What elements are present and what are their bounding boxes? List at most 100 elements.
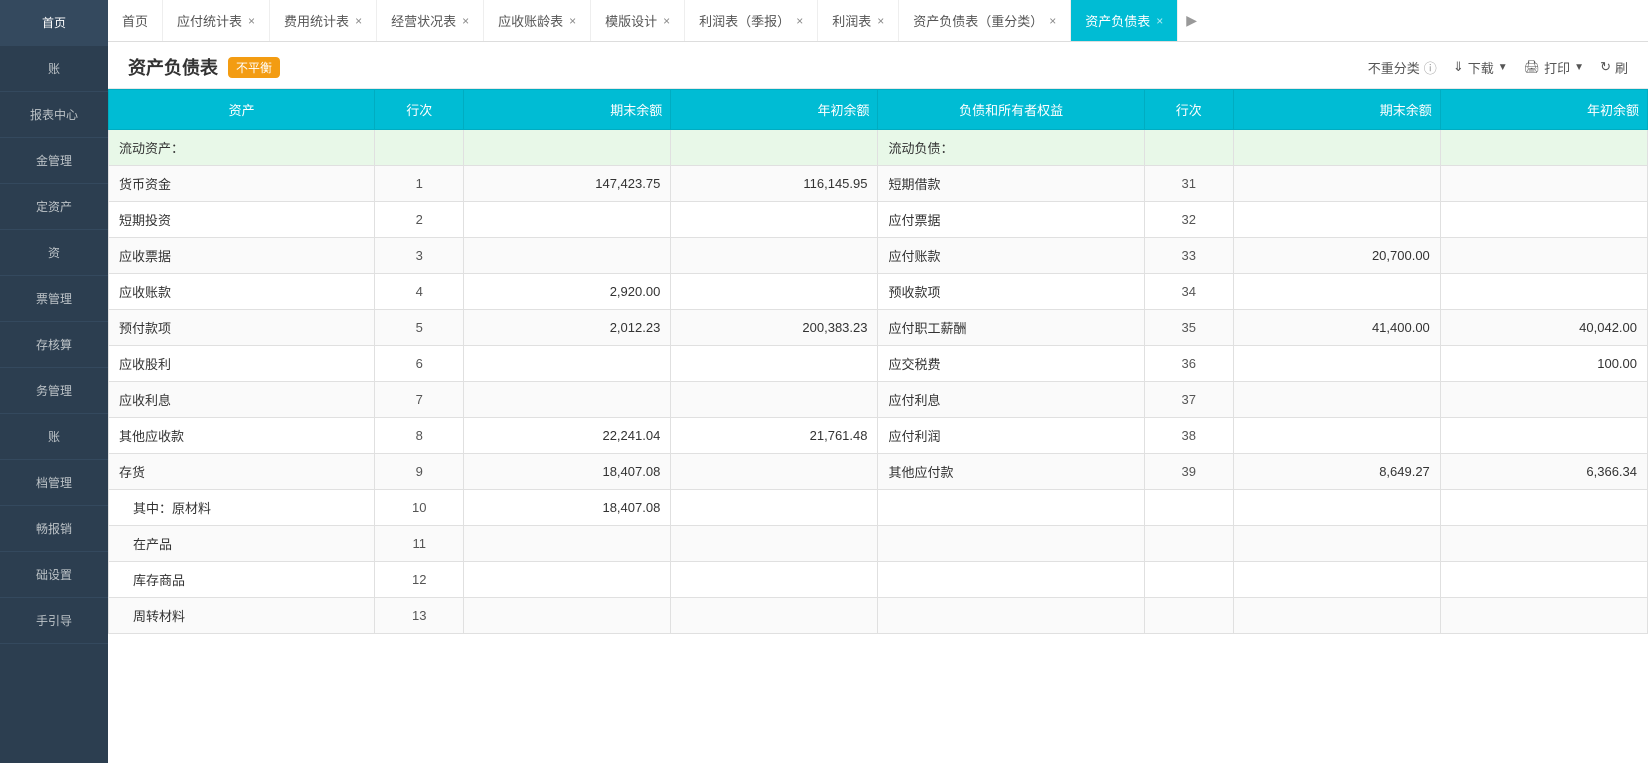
close-icon[interactable]: × <box>462 14 469 28</box>
start-balance-cell <box>671 238 878 274</box>
sidebar-item-guide[interactable]: 手引导 <box>0 598 108 644</box>
unbalanced-badge: 不平衡 <box>228 57 280 78</box>
page-title: 资产负债表 <box>128 54 218 80</box>
tab-template-design[interactable]: 模版设计 × <box>591 0 685 42</box>
table-row: 其中：原材料 10 18,407.08 <box>109 490 1648 526</box>
start-balance-cell <box>671 130 878 166</box>
sidebar-item-account[interactable]: 账 <box>0 46 108 92</box>
sidebar-item-base-settings[interactable]: 础设置 <box>0 552 108 598</box>
start-balance-cell <box>671 598 878 634</box>
tab-business-status[interactable]: 经营状况表 × <box>377 0 484 42</box>
tab-scroll-right-icon[interactable]: ▶ <box>1178 12 1205 29</box>
end-balance2-cell: 41,400.00 <box>1233 310 1440 346</box>
sidebar: 首页 账 报表中心 金管理 定资产 资 票管理 存核算 务管理 账 档管理 畅报… <box>0 0 108 763</box>
close-icon[interactable]: × <box>569 14 576 28</box>
tab-label: 费用统计表 <box>284 11 349 30</box>
liability-cell: 应付账款 <box>878 238 1144 274</box>
close-icon[interactable]: × <box>248 14 255 28</box>
close-icon[interactable]: × <box>796 14 803 28</box>
start-balance2-cell <box>1440 166 1647 202</box>
end-balance-cell <box>464 562 671 598</box>
end-balance-cell: 147,423.75 <box>464 166 671 202</box>
end-balance-cell <box>464 526 671 562</box>
row-num-cell: 8 <box>375 418 464 454</box>
tab-balance-sheet[interactable]: 资产负债表 × <box>1071 0 1178 42</box>
end-balance2-cell <box>1233 130 1440 166</box>
help-icon[interactable]: ⓘ <box>1424 58 1437 77</box>
refresh-button[interactable]: ↻ 刷 <box>1600 58 1628 77</box>
tab-profit[interactable]: 利润表 × <box>818 0 899 42</box>
header-asset: 资产 <box>109 90 375 130</box>
tab-payable-stats[interactable]: 应付统计表 × <box>163 0 270 42</box>
print-button[interactable]: 🖨 打印 ▼ <box>1524 58 1584 77</box>
close-icon[interactable]: × <box>1156 14 1163 28</box>
liability-cell: 应付利息 <box>878 382 1144 418</box>
row-num-cell: 13 <box>375 598 464 634</box>
tab-home[interactable]: 首页 <box>108 0 163 42</box>
table-row: 短期投资 2 应付票据 32 <box>109 202 1648 238</box>
sidebar-item-investment[interactable]: 资 <box>0 230 108 276</box>
tab-profit-quarterly[interactable]: 利润表（季报） × <box>685 0 818 42</box>
download-icon: ⇓ <box>1453 59 1464 75</box>
asset-cell: 其中：原材料 <box>109 490 375 526</box>
row-num2-cell: 34 <box>1144 274 1233 310</box>
sidebar-item-archive-mgmt[interactable]: 档管理 <box>0 460 108 506</box>
header-liability: 负债和所有者权益 <box>878 90 1144 130</box>
row-num2-cell <box>1144 526 1233 562</box>
download-label: 下载 <box>1468 58 1494 77</box>
start-balance-cell <box>671 202 878 238</box>
sidebar-item-report-center[interactable]: 报表中心 <box>0 92 108 138</box>
table-row: 在产品 11 <box>109 526 1648 562</box>
close-icon[interactable]: × <box>1049 14 1056 28</box>
end-balance-cell <box>464 346 671 382</box>
liability-cell: 流动负债： <box>878 130 1144 166</box>
sidebar-item-home[interactable]: 首页 <box>0 0 108 46</box>
header-row-num2: 行次 <box>1144 90 1233 130</box>
tab-expense-stats[interactable]: 费用统计表 × <box>270 0 377 42</box>
tab-label: 经营状况表 <box>391 11 456 30</box>
end-balance2-cell <box>1233 562 1440 598</box>
no-reclassify-toggle[interactable]: 不重分类 ⓘ <box>1368 58 1437 77</box>
asset-cell: 应收利息 <box>109 382 375 418</box>
liability-cell <box>878 598 1144 634</box>
end-balance2-cell <box>1233 166 1440 202</box>
start-balance-cell <box>671 526 878 562</box>
row-num2-cell <box>1144 490 1233 526</box>
sidebar-item-fixed-assets[interactable]: 定资产 <box>0 184 108 230</box>
liability-cell <box>878 490 1144 526</box>
row-num-cell: 4 <box>375 274 464 310</box>
asset-cell: 在产品 <box>109 526 375 562</box>
row-num2-cell: 39 <box>1144 454 1233 490</box>
print-icon: 🖨 <box>1524 59 1541 75</box>
tab-label: 模版设计 <box>605 11 657 30</box>
end-balance2-cell <box>1233 526 1440 562</box>
asset-cell: 应收账款 <box>109 274 375 310</box>
table-row: 流动资产： 流动负债： <box>109 130 1648 166</box>
balance-sheet-table-container: 资产 行次 期末余额 年初余额 负债和所有者权益 行次 期末余额 年初余额 流动… <box>108 89 1648 763</box>
sidebar-item-debt-mgmt[interactable]: 务管理 <box>0 368 108 414</box>
close-icon[interactable]: × <box>663 14 670 28</box>
sidebar-item-fund-mgmt[interactable]: 金管理 <box>0 138 108 184</box>
row-num2-cell <box>1144 598 1233 634</box>
row-num2-cell: 31 <box>1144 166 1233 202</box>
tab-receivable-aging[interactable]: 应收账龄表 × <box>484 0 591 42</box>
start-balance-cell <box>671 562 878 598</box>
download-button[interactable]: ⇓ 下载 ▼ <box>1453 58 1508 77</box>
close-icon[interactable]: × <box>355 14 362 28</box>
start-balance2-cell <box>1440 382 1647 418</box>
sidebar-item-ledger[interactable]: 账 <box>0 414 108 460</box>
asset-cell: 短期投资 <box>109 202 375 238</box>
sidebar-item-ticket-mgmt[interactable]: 票管理 <box>0 276 108 322</box>
tab-balance-reclassified[interactable]: 资产负债表（重分类） × <box>899 0 1071 42</box>
asset-cell: 应收股利 <box>109 346 375 382</box>
close-icon[interactable]: × <box>877 14 884 28</box>
sidebar-item-stock-calc[interactable]: 存核算 <box>0 322 108 368</box>
table-row: 应收票据 3 应付账款 33 20,700.00 <box>109 238 1648 274</box>
end-balance-cell: 22,241.04 <box>464 418 671 454</box>
end-balance2-cell: 20,700.00 <box>1233 238 1440 274</box>
header-end-balance2: 期末余额 <box>1233 90 1440 130</box>
sidebar-item-expense[interactable]: 畅报销 <box>0 506 108 552</box>
start-balance2-cell <box>1440 598 1647 634</box>
end-balance2-cell <box>1233 382 1440 418</box>
row-num2-cell: 33 <box>1144 238 1233 274</box>
